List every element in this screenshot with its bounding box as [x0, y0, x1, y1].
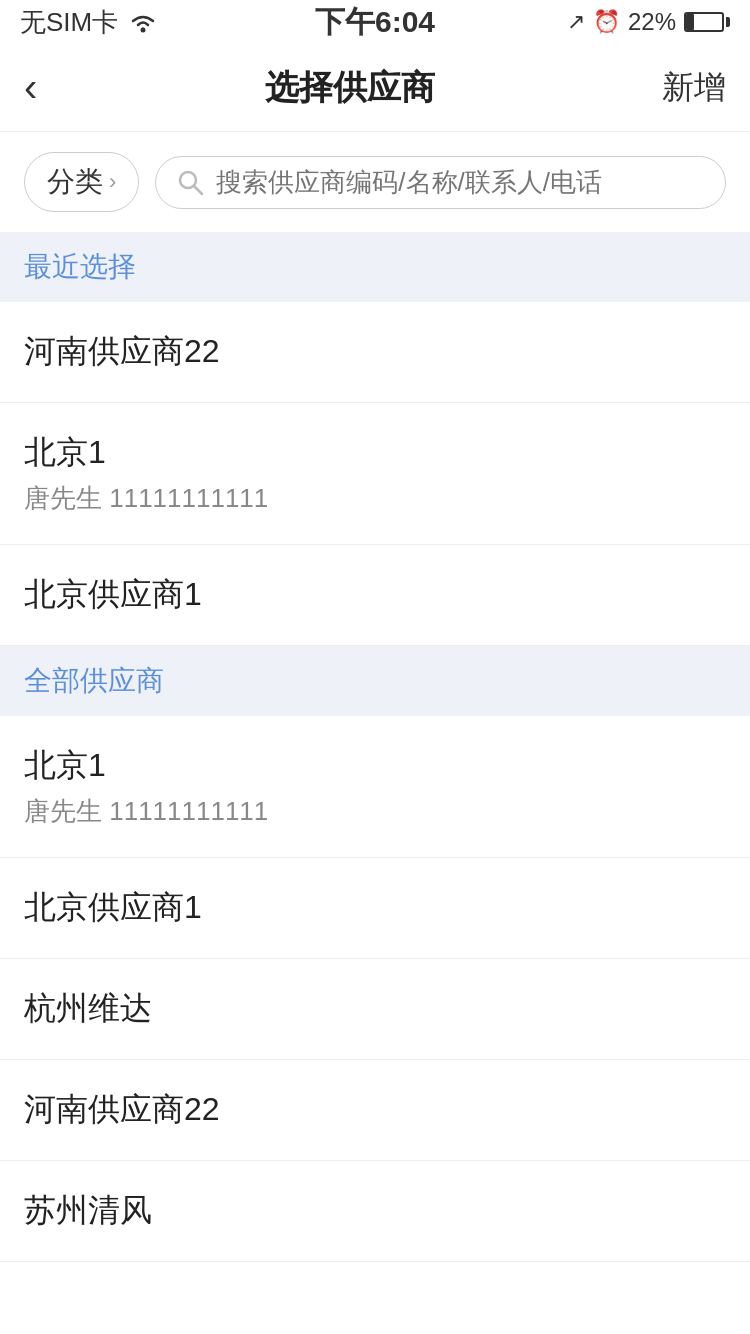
- wifi-icon: [128, 11, 158, 33]
- item-sub: 唐先生 11111111111: [24, 481, 726, 516]
- back-button[interactable]: ‹: [24, 65, 37, 110]
- recent-section-header: 最近选择: [0, 232, 750, 302]
- location-icon: ↗: [567, 9, 585, 35]
- status-carrier: 无SIM卡: [20, 5, 158, 40]
- svg-line-2: [194, 186, 202, 194]
- all-list: 北京1 唐先生 11111111111 北京供应商1 杭州维达河南供应商22 苏州清风: [0, 716, 750, 1262]
- carrier-text: 无SIM卡: [20, 5, 118, 40]
- add-button[interactable]: 新增: [662, 66, 726, 110]
- alarm-icon: ⏰: [593, 9, 620, 35]
- item-name: 河南供应商22: [24, 330, 726, 374]
- category-label: 分类: [47, 163, 103, 201]
- list-item[interactable]: 河南供应商22: [0, 1060, 750, 1161]
- item-name: 北京1: [24, 744, 726, 788]
- svg-point-0: [141, 28, 146, 33]
- status-right: ↗ ⏰ 22%: [567, 8, 730, 36]
- category-button[interactable]: 分类 ›: [24, 152, 139, 212]
- list-item[interactable]: 杭州维达: [0, 959, 750, 1060]
- chevron-right-icon: ›: [109, 169, 116, 195]
- all-section-header: 全部供应商: [0, 646, 750, 716]
- page-title: 选择供应商: [265, 65, 435, 111]
- search-input[interactable]: [216, 167, 705, 198]
- nav-bar: ‹ 选择供应商 新增: [0, 44, 750, 132]
- battery-icon: [684, 12, 730, 32]
- list-item[interactable]: 北京供应商1: [0, 545, 750, 646]
- item-name: 北京1: [24, 431, 726, 475]
- list-item[interactable]: 苏州清风: [0, 1161, 750, 1262]
- search-icon: [176, 168, 204, 196]
- status-bar: 无SIM卡 下午6:04 ↗ ⏰ 22%: [0, 0, 750, 44]
- list-item[interactable]: 北京1 唐先生 11111111111: [0, 403, 750, 545]
- all-section-label: 全部供应商: [24, 665, 164, 696]
- item-sub: 唐先生 11111111111: [24, 794, 726, 829]
- item-name: 杭州维达: [24, 987, 726, 1031]
- filter-bar: 分类 ›: [0, 132, 750, 232]
- list-item[interactable]: 北京1 唐先生 11111111111: [0, 716, 750, 858]
- item-name: 河南供应商22: [24, 1088, 726, 1132]
- list-item[interactable]: 河南供应商22: [0, 302, 750, 403]
- battery-percent: 22%: [628, 8, 676, 36]
- item-name: 北京供应商1: [24, 573, 726, 617]
- item-name: 苏州清风: [24, 1189, 726, 1233]
- search-box[interactable]: [155, 156, 726, 209]
- item-name: 北京供应商1: [24, 886, 726, 930]
- list-item[interactable]: 北京供应商1: [0, 858, 750, 959]
- status-time: 下午6:04: [315, 2, 435, 43]
- recent-section-label: 最近选择: [24, 251, 136, 282]
- recent-list: 河南供应商22 北京1 唐先生 11111111111 北京供应商1: [0, 302, 750, 646]
